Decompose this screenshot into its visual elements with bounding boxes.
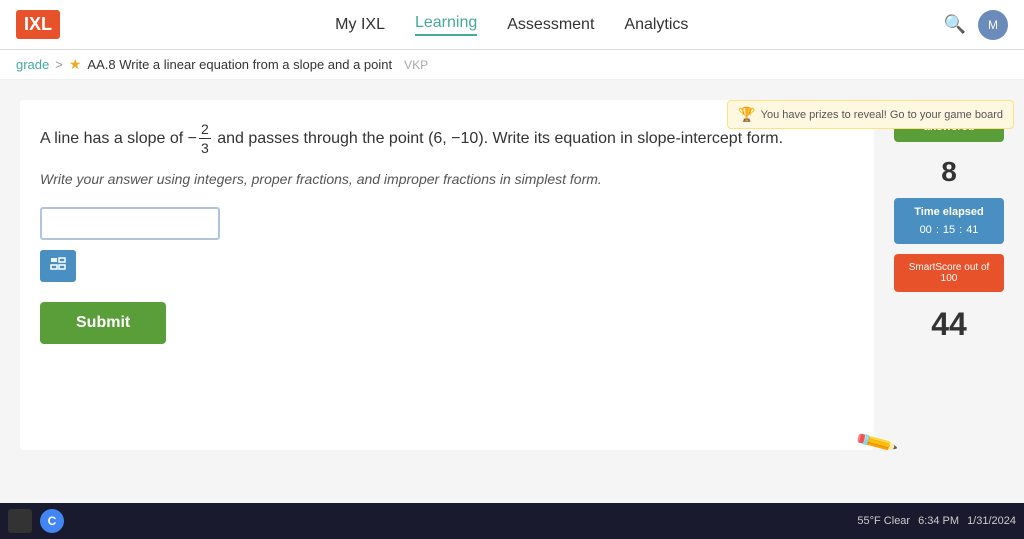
taskbar-date: 1/31/2024 bbox=[967, 515, 1016, 527]
questions-count: 8 bbox=[941, 156, 957, 188]
search-icon[interactable]: 🔍 bbox=[944, 14, 966, 35]
submit-button[interactable]: Submit bbox=[40, 302, 166, 344]
breadcrumb-grade[interactable]: grade bbox=[16, 57, 49, 72]
time-label: Time elapsed bbox=[906, 206, 992, 218]
time-ss: 41 bbox=[966, 224, 978, 236]
time-mm: 15 bbox=[943, 224, 955, 236]
smartscore-box: SmartScore out of 100 bbox=[894, 254, 1004, 292]
prize-text: You have prizes to reveal! Go to your ga… bbox=[761, 109, 1003, 121]
problem-text-before: A line has a slope of − bbox=[40, 130, 197, 147]
breadcrumb: grade > ★ AA.8 Write a linear equation f… bbox=[0, 50, 1024, 80]
taskbar-start[interactable] bbox=[8, 509, 32, 533]
nav-logo[interactable]: IXL bbox=[16, 10, 60, 39]
stats-sidebar: Questions answered 8 Time elapsed 00 : 1… bbox=[894, 100, 1004, 450]
breadcrumb-separator: > bbox=[55, 57, 63, 72]
taskbar-time: 6:34 PM bbox=[918, 515, 959, 527]
taskbar-weather: 55°F Clear bbox=[857, 515, 910, 527]
nav-learning[interactable]: Learning bbox=[415, 14, 477, 36]
nav-analytics[interactable]: Analytics bbox=[624, 16, 688, 34]
time-display: 00 : 15 : 41 bbox=[906, 224, 992, 236]
nav-my-ixl[interactable]: My IXL bbox=[335, 16, 385, 34]
instructions: Write your answer using integers, proper… bbox=[40, 171, 854, 187]
breadcrumb-code: VKP bbox=[404, 58, 428, 72]
nav-right: 🔍 M bbox=[944, 10, 1008, 40]
nav-assessment[interactable]: Assessment bbox=[507, 16, 594, 34]
prize-icon: 🏆 bbox=[738, 106, 755, 123]
nav-links: My IXL Learning Assessment Analytics bbox=[80, 14, 944, 36]
fraction-button-icon bbox=[50, 257, 66, 276]
question-area: A line has a slope of −23 and passes thr… bbox=[20, 100, 874, 450]
fraction-button[interactable] bbox=[40, 250, 76, 282]
time-hh: 00 bbox=[920, 224, 932, 236]
breadcrumb-star-icon: ★ bbox=[69, 56, 82, 73]
nav-bar: IXL My IXL Learning Assessment Analytics… bbox=[0, 0, 1024, 50]
taskbar: C 55°F Clear 6:34 PM 1/31/2024 bbox=[0, 503, 1024, 539]
slope-fraction: 23 bbox=[199, 120, 211, 157]
answer-input[interactable] bbox=[40, 207, 220, 240]
smartscore-label: SmartScore out of 100 bbox=[906, 262, 992, 284]
problem-text-after: and passes through the point (6, −10). W… bbox=[213, 130, 783, 147]
avatar[interactable]: M bbox=[978, 10, 1008, 40]
taskbar-chrome-icon[interactable]: C bbox=[40, 509, 64, 533]
breadcrumb-title: AA.8 Write a linear equation from a slop… bbox=[87, 57, 392, 72]
smartscore-value: 44 bbox=[931, 306, 967, 343]
main-content: A line has a slope of −23 and passes thr… bbox=[0, 80, 1024, 460]
prize-notification[interactable]: 🏆 You have prizes to reveal! Go to your … bbox=[727, 100, 1014, 129]
time-elapsed-box: Time elapsed 00 : 15 : 41 bbox=[894, 198, 1004, 244]
